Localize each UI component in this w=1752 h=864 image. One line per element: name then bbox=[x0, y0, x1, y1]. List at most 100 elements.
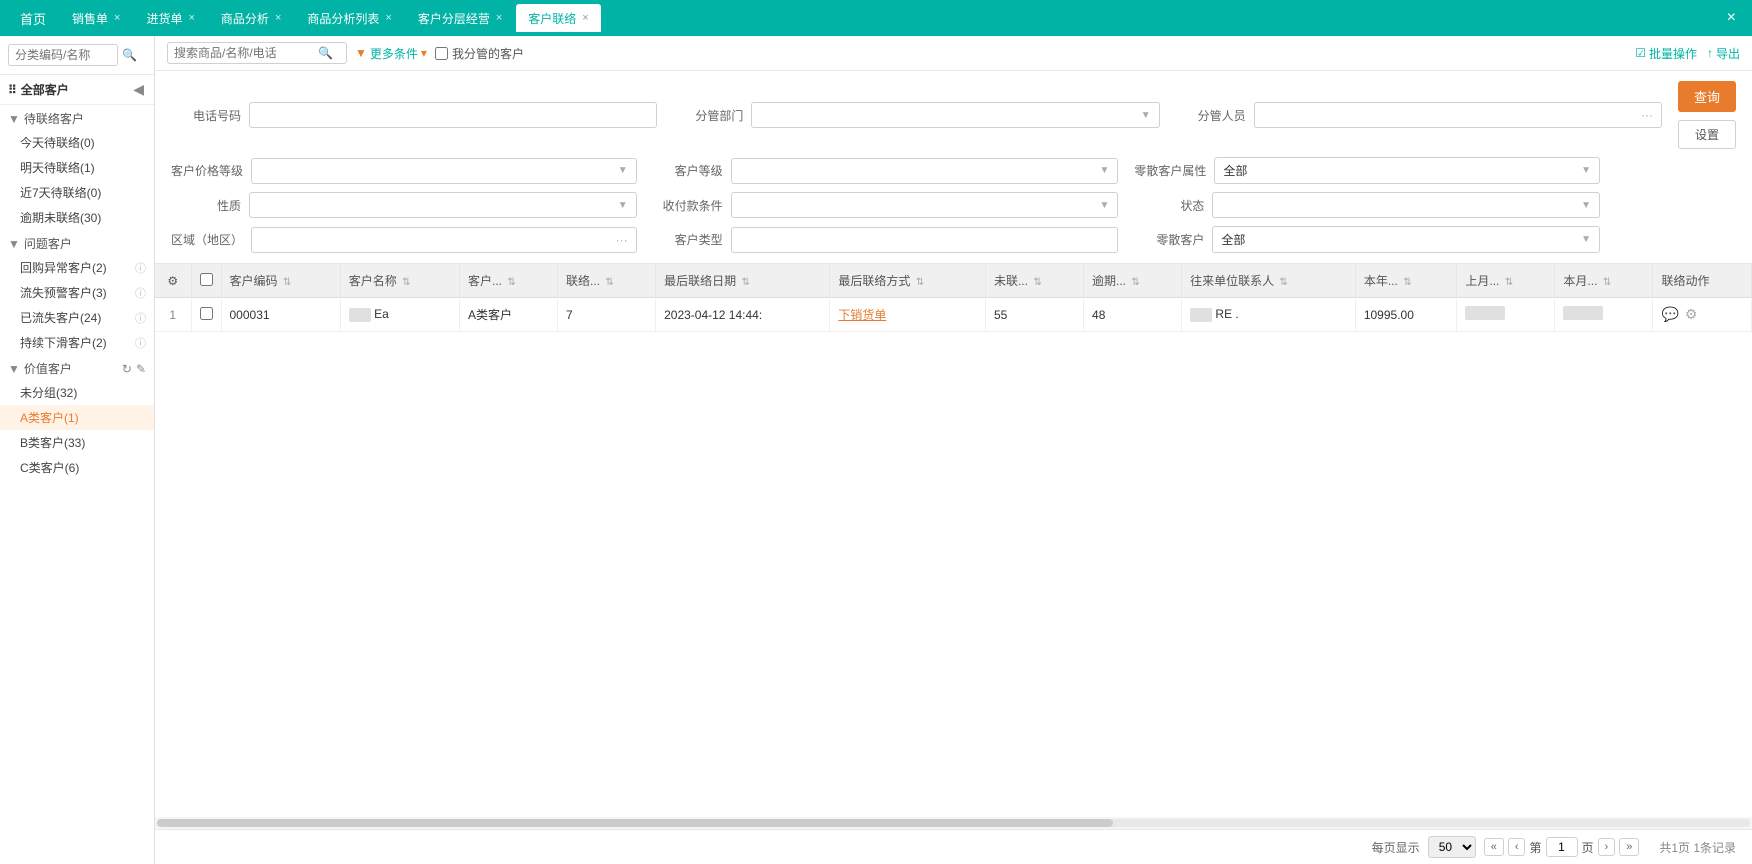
nav-tab-purchase-close[interactable]: × bbox=[188, 12, 194, 24]
nav-tab-sales-close[interactable]: × bbox=[114, 12, 120, 24]
scrollbar-track[interactable] bbox=[157, 819, 1750, 827]
sidebar-item-declining[interactable]: 持续下滑客户(2) ⓘ bbox=[0, 330, 154, 355]
sidebar-item-today-label: 今天待联络(0) bbox=[20, 134, 95, 151]
th-last-date[interactable]: 最后联络日期 ⇅ bbox=[656, 264, 830, 298]
filter-bar: 🔍 ▼ 更多条件 ▾ 我分管的客户 ☑ 批量操作 ↑ 导出 bbox=[155, 36, 1752, 71]
nav-tab-customer-contact[interactable]: 客户联络 × bbox=[516, 4, 600, 32]
problem-customers-group[interactable]: ▼ 问题客户 bbox=[0, 230, 154, 255]
sidebar-item-lost[interactable]: 已流失客户(24) ⓘ bbox=[0, 305, 154, 330]
export-button[interactable]: ↑ 导出 bbox=[1707, 45, 1740, 62]
cell-checkbox[interactable] bbox=[191, 298, 221, 332]
th-gear[interactable]: ⚙ bbox=[155, 264, 191, 298]
th-uncontact[interactable]: 未联... ⇅ bbox=[985, 264, 1083, 298]
th-contact[interactable]: 联络... ⇅ bbox=[558, 264, 656, 298]
filter-region-input[interactable]: ··· bbox=[251, 227, 637, 253]
value-arrow-icon: ▼ bbox=[8, 362, 20, 376]
filter-customer-type-select[interactable] bbox=[731, 227, 1119, 253]
my-customers-checkbox-area[interactable]: 我分管的客户 bbox=[435, 45, 524, 62]
filter-phone-input[interactable] bbox=[249, 102, 657, 128]
sidebar-item-tomorrow[interactable]: 明天待联络(1) bbox=[0, 155, 154, 180]
page-number-input[interactable] bbox=[1546, 837, 1578, 857]
nav-tab-analysis[interactable]: 商品分析 × bbox=[209, 4, 293, 32]
sidebar-item-class-a[interactable]: A类客户(1) bbox=[0, 405, 154, 430]
nav-tab-analysis-close[interactable]: × bbox=[275, 12, 281, 24]
prev-page-button[interactable]: ‹ bbox=[1508, 838, 1526, 856]
th-level[interactable]: 客户... ⇅ bbox=[460, 264, 558, 298]
nav-tab-customer-contact-close[interactable]: × bbox=[582, 12, 588, 24]
nav-tab-customer-tier-close[interactable]: × bbox=[496, 12, 502, 24]
sidebar-item-class-c[interactable]: C类客户(6) bbox=[0, 455, 154, 480]
sidebar-item-losing-label: 流失预警客户(3) bbox=[20, 284, 107, 301]
nav-tab-customer-tier[interactable]: 客户分层经营 × bbox=[406, 4, 514, 32]
sidebar-item-today[interactable]: 今天待联络(0) bbox=[0, 130, 154, 155]
sidebar-item-overdue[interactable]: 逾期未联络(30) bbox=[0, 205, 154, 230]
sidebar-search-input[interactable] bbox=[8, 44, 118, 66]
filter-price-level-select[interactable]: ▼ bbox=[251, 158, 637, 184]
th-this-year[interactable]: 本年... ⇅ bbox=[1355, 264, 1457, 298]
filter-customer-level-select[interactable]: ▼ bbox=[731, 158, 1119, 184]
edit-icon[interactable]: ✎ bbox=[136, 362, 146, 376]
filter-dept: 分管部门 ▼ bbox=[673, 102, 1159, 128]
horizontal-scrollbar[interactable] bbox=[155, 817, 1752, 829]
sidebar-item-class-b[interactable]: B类客户(33) bbox=[0, 430, 154, 455]
sidebar-search-icon[interactable]: 🔍 bbox=[122, 48, 137, 62]
next-page-button[interactable]: › bbox=[1598, 838, 1616, 856]
more-action-icon[interactable]: ⚙ bbox=[1685, 306, 1698, 323]
nav-tab-purchase[interactable]: 进货单 × bbox=[134, 4, 206, 32]
th-overdue[interactable]: 逾期... ⇅ bbox=[1084, 264, 1182, 298]
cell-last-date: 2023-04-12 14:44: bbox=[656, 298, 830, 332]
sidebar-item-class-a-label: A类客户(1) bbox=[20, 409, 79, 426]
nav-tab-analysis-list-close[interactable]: × bbox=[385, 12, 391, 24]
th-last-method[interactable]: 最后联络方式 ⇅ bbox=[830, 264, 986, 298]
sidebar-item-7days[interactable]: 近7天待联络(0) bbox=[0, 180, 154, 205]
filter-nature-select[interactable]: ▼ bbox=[249, 192, 637, 218]
filter-payment-select[interactable]: ▼ bbox=[731, 192, 1119, 218]
pending-customers-group[interactable]: ▼ 待联络客户 bbox=[0, 105, 154, 130]
th-last-month[interactable]: 上月... ⇅ bbox=[1457, 264, 1555, 298]
filter-person-input[interactable]: ··· bbox=[1254, 102, 1662, 128]
sidebar-item-losing[interactable]: 流失预警客户(3) ⓘ bbox=[0, 280, 154, 305]
last-method-link[interactable]: 下销货单 bbox=[838, 308, 886, 322]
close-all-button[interactable]: × bbox=[1719, 9, 1744, 27]
sidebar-item-unclassified[interactable]: 未分组(32) bbox=[0, 380, 154, 405]
scrollbar-thumb[interactable] bbox=[157, 819, 1113, 827]
last-page-button[interactable]: » bbox=[1619, 838, 1639, 856]
filter-search-icon[interactable]: 🔍 bbox=[318, 46, 333, 60]
pagination-bar: 每页显示 50 « ‹ 第 页 › » 共1页 1条记录 bbox=[155, 829, 1752, 864]
filter-status-select[interactable]: ▼ bbox=[1212, 192, 1600, 218]
row-checkbox[interactable] bbox=[200, 307, 213, 320]
nav-tab-analysis-list[interactable]: 商品分析列表 × bbox=[295, 4, 403, 32]
th-level-label: 客户... bbox=[468, 274, 502, 288]
value-customers-group[interactable]: ▼ 价值客户 ↻ ✎ bbox=[0, 355, 154, 380]
th-code[interactable]: 客户编码 ⇅ bbox=[221, 264, 340, 298]
settings-button[interactable]: 设置 bbox=[1678, 120, 1736, 149]
page-label: 第 bbox=[1529, 839, 1541, 856]
cell-this-month bbox=[1555, 298, 1653, 332]
pending-arrow-icon: ▼ bbox=[8, 112, 20, 126]
th-checkbox[interactable] bbox=[191, 264, 221, 298]
filter-search-input[interactable] bbox=[174, 46, 314, 60]
my-customers-checkbox[interactable] bbox=[435, 47, 448, 60]
filter-payment-label: 收付款条件 bbox=[653, 197, 723, 214]
nav-tab-sales[interactable]: 销售单 × bbox=[60, 4, 132, 32]
sidebar-collapse-button[interactable]: ◀ bbox=[131, 81, 146, 98]
filter-retail-select[interactable]: 全部 ▼ bbox=[1212, 226, 1600, 253]
th-contact2[interactable]: 往来单位联系人 ⇅ bbox=[1182, 264, 1356, 298]
nav-tab-analysis-label: 商品分析 bbox=[221, 10, 269, 27]
filter-more-button[interactable]: ▼ 更多条件 ▾ bbox=[355, 45, 427, 62]
chat-icon[interactable]: 💬 bbox=[1661, 306, 1678, 323]
filter-retail-attr-select[interactable]: 全部 ▼ bbox=[1214, 157, 1600, 184]
nav-home[interactable]: 首页 bbox=[8, 5, 58, 32]
refresh-icon[interactable]: ↻ bbox=[122, 362, 132, 376]
filter-dept-select[interactable]: ▼ bbox=[751, 102, 1159, 128]
query-button[interactable]: 查询 bbox=[1678, 81, 1736, 112]
batch-operation-button[interactable]: ☑ 批量操作 bbox=[1635, 45, 1697, 62]
select-all-checkbox[interactable] bbox=[200, 273, 213, 286]
page-size-select[interactable]: 50 bbox=[1428, 836, 1476, 858]
sidebar-item-abnormal[interactable]: 回购异常客户(2) ⓘ bbox=[0, 255, 154, 280]
th-name[interactable]: 客户名称 ⇅ bbox=[340, 264, 459, 298]
first-page-button[interactable]: « bbox=[1484, 838, 1504, 856]
th-this-month[interactable]: 本月... ⇅ bbox=[1555, 264, 1653, 298]
th-overdue-label: 逾期... bbox=[1092, 274, 1126, 288]
cell-last-method[interactable]: 下销货单 bbox=[830, 298, 986, 332]
